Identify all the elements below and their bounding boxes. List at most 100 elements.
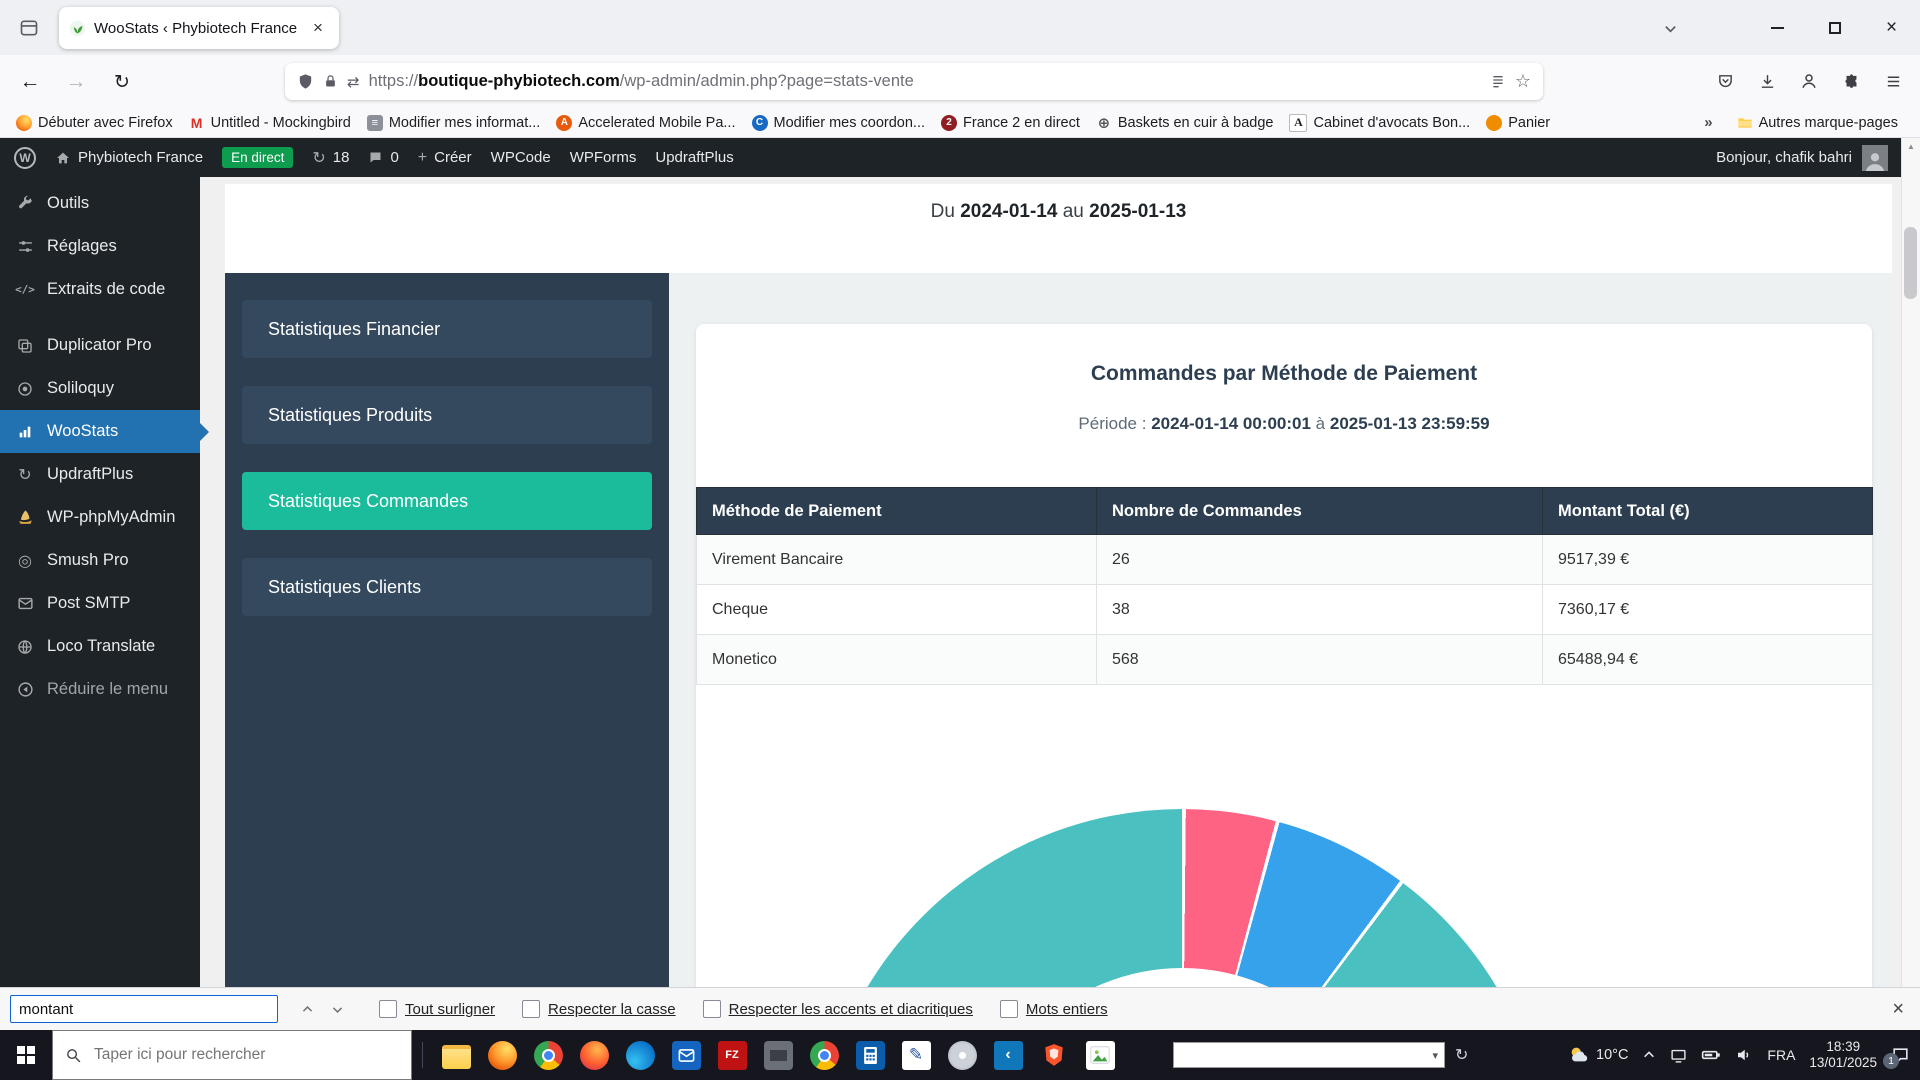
tray-battery-icon[interactable] xyxy=(1701,1045,1721,1065)
taskbar-disc-icon[interactable] xyxy=(939,1030,985,1080)
taskbar-app-colorful-icon[interactable] xyxy=(801,1030,847,1080)
downloads-icon[interactable] xyxy=(1750,64,1784,98)
list-all-tabs-icon[interactable] xyxy=(1652,13,1688,43)
bookmark-item[interactable]: Débuter avec Firefox xyxy=(8,113,181,133)
taskbar-refresh-icon[interactable]: ↻ xyxy=(1455,1045,1468,1065)
taskbar-edge-icon[interactable] xyxy=(617,1030,663,1080)
start-button[interactable] xyxy=(0,1030,52,1080)
highlight-all-checkbox[interactable] xyxy=(379,1000,397,1018)
account-icon[interactable] xyxy=(1792,64,1826,98)
tray-volume-icon[interactable] xyxy=(1735,1046,1753,1064)
bookmark-star-icon[interactable]: ☆ xyxy=(1515,71,1531,92)
taskbar-filezilla-icon[interactable]: FZ xyxy=(709,1030,755,1080)
sidebar-collapse-menu[interactable]: Réduire le menu xyxy=(0,668,200,711)
scrollbar-thumb[interactable] xyxy=(1904,227,1917,299)
admin-bar-new-button[interactable]: + Créer xyxy=(418,149,472,167)
taskbar-clock[interactable]: 18:39 13/01/2025 xyxy=(1809,1039,1877,1071)
match-case-checkbox[interactable] xyxy=(522,1000,541,1018)
firefox-view-icon[interactable] xyxy=(12,11,46,45)
tray-network-icon[interactable] xyxy=(1670,1047,1687,1064)
sidebar-item-extraits-de-code[interactable]: </> Extraits de code xyxy=(0,268,200,311)
taskbar-photos-icon[interactable] xyxy=(1077,1030,1123,1080)
find-previous-icon[interactable] xyxy=(292,995,322,1023)
highlight-all-option[interactable]: Tout surligner xyxy=(379,1000,495,1018)
tab-statistiques-produits[interactable]: Statistiques Produits xyxy=(242,386,652,444)
bookmark-item[interactable]: M Untitled - Mockingbird xyxy=(181,113,359,133)
admin-bar-updraftplus[interactable]: UpdraftPlus xyxy=(655,149,733,166)
find-input[interactable] xyxy=(10,995,278,1023)
sidebar-item-duplicator-pro[interactable]: Duplicator Pro xyxy=(0,324,200,367)
action-center-icon[interactable]: 1 xyxy=(1883,1046,1910,1069)
taskbar-firefox-2-icon[interactable] xyxy=(571,1030,617,1080)
match-diacritics-label[interactable]: Respecter les accents et diacritiques xyxy=(729,1001,973,1018)
taskbar-writer-icon[interactable]: ✎ xyxy=(893,1030,939,1080)
whole-words-checkbox[interactable] xyxy=(999,1000,1018,1018)
tab-close-icon[interactable]: × xyxy=(307,17,329,39)
tab-statistiques-clients[interactable]: Statistiques Clients xyxy=(242,558,652,616)
sidebar-item-post-smtp[interactable]: Post SMTP xyxy=(0,582,200,625)
window-maximize-button[interactable] xyxy=(1806,0,1863,55)
permissions-icon[interactable]: ⇄ xyxy=(347,73,360,91)
window-minimize-button[interactable] xyxy=(1749,0,1806,55)
admin-bar-updates[interactable]: ↻ 18 xyxy=(312,148,349,168)
taskbar-chrome-icon[interactable] xyxy=(525,1030,571,1080)
lock-icon[interactable] xyxy=(323,74,338,89)
live-status-badge[interactable]: En direct xyxy=(222,147,294,168)
tracking-shield-icon[interactable] xyxy=(297,73,314,90)
weather-widget[interactable]: 10°C xyxy=(1568,1044,1628,1066)
tab-statistiques-commandes[interactable]: Statistiques Commandes xyxy=(242,472,652,530)
page-scrollbar[interactable]: ▲ xyxy=(1901,138,1920,987)
match-case-option[interactable]: Respecter la casse xyxy=(522,1000,676,1018)
tray-expand-chevron-icon[interactable] xyxy=(1642,1048,1656,1062)
url-bar[interactable]: ⇄ https://boutique-phybiotech.com/wp-adm… xyxy=(285,63,1543,100)
taskbar-search-input[interactable] xyxy=(92,1045,356,1065)
bookmark-item[interactable]: A Accelerated Mobile Pa... xyxy=(548,113,743,133)
sidebar-item-updraftplus[interactable]: ↻ UpdraftPlus xyxy=(0,453,200,496)
scrollbar-up-icon[interactable]: ▲ xyxy=(1902,138,1920,155)
browser-tab[interactable]: WooStats ‹ Phybiotech France – × xyxy=(59,7,339,49)
admin-bar-account[interactable]: Bonjour, chafik bahri xyxy=(1716,144,1888,171)
admin-bar-site-link[interactable]: Phybiotech France xyxy=(55,149,203,166)
tab-statistiques-financier[interactable]: Statistiques Financier xyxy=(242,300,652,358)
whole-words-option[interactable]: Mots entiers xyxy=(999,1000,1108,1018)
bookmark-item[interactable]: 2 France 2 en direct xyxy=(933,113,1088,133)
extensions-puzzle-icon[interactable] xyxy=(1834,64,1868,98)
back-button[interactable]: ← xyxy=(12,64,48,100)
reload-button[interactable]: ↻ xyxy=(104,64,140,100)
bookmark-item[interactable]: A Cabinet d'avocats Bon... xyxy=(1281,112,1478,134)
sidebar-item-woostats[interactable]: WooStats xyxy=(0,410,209,453)
match-diacritics-option[interactable]: Respecter les accents et diacritiques xyxy=(702,1000,973,1018)
sidebar-item-wp-phpmyadmin[interactable]: WP-phpMyAdmin xyxy=(0,496,200,539)
taskbar-firefox-icon[interactable] xyxy=(479,1030,525,1080)
find-next-icon[interactable] xyxy=(322,995,352,1023)
bookmark-item[interactable]: ⊕ Baskets en cuir à badge xyxy=(1088,113,1282,133)
sidebar-item-soliloquy[interactable]: Soliloquy xyxy=(0,367,200,410)
taskbar-explorer-icon[interactable] xyxy=(433,1030,479,1080)
match-diacritics-checkbox[interactable] xyxy=(702,1000,721,1018)
bookmark-item[interactable]: C Modifier mes coordon... xyxy=(744,113,934,133)
sidebar-item-reglages[interactable]: Réglages xyxy=(0,225,200,268)
taskbar-mail-icon[interactable] xyxy=(663,1030,709,1080)
bookmark-item[interactable]: Panier xyxy=(1478,113,1558,133)
reader-mode-icon[interactable] xyxy=(1490,74,1506,90)
admin-bar-wpcode[interactable]: WPCode xyxy=(491,149,551,166)
whole-words-label[interactable]: Mots entiers xyxy=(1026,1001,1108,1018)
bookmarks-overflow-icon[interactable]: » xyxy=(1700,114,1716,131)
highlight-all-label[interactable]: Tout surligner xyxy=(405,1001,495,1018)
admin-bar-wpforms[interactable]: WPForms xyxy=(570,149,637,166)
taskbar-search[interactable] xyxy=(52,1030,412,1080)
taskbar-calculator-icon[interactable] xyxy=(847,1030,893,1080)
sidebar-item-outils[interactable]: Outils xyxy=(0,182,200,225)
wordpress-logo-icon[interactable]: W xyxy=(14,146,36,169)
keyboard-language-button[interactable]: FRA xyxy=(1767,1047,1795,1063)
taskbar-app-gray-icon[interactable] xyxy=(755,1030,801,1080)
payment-methods-donut-chart[interactable] xyxy=(815,809,1549,987)
match-case-label[interactable]: Respecter la casse xyxy=(548,1001,676,1018)
sidebar-item-smush-pro[interactable]: ◎ Smush Pro xyxy=(0,539,200,582)
window-close-button[interactable]: × xyxy=(1863,0,1920,55)
sidebar-item-loco-translate[interactable]: Loco Translate xyxy=(0,625,200,668)
taskbar-brave-icon[interactable] xyxy=(1031,1030,1077,1080)
taskbar-toolbar-combobox[interactable]: ▾ xyxy=(1173,1042,1445,1068)
forward-button[interactable]: → xyxy=(58,64,94,100)
find-bar-close-icon[interactable]: × xyxy=(1892,998,1904,1021)
